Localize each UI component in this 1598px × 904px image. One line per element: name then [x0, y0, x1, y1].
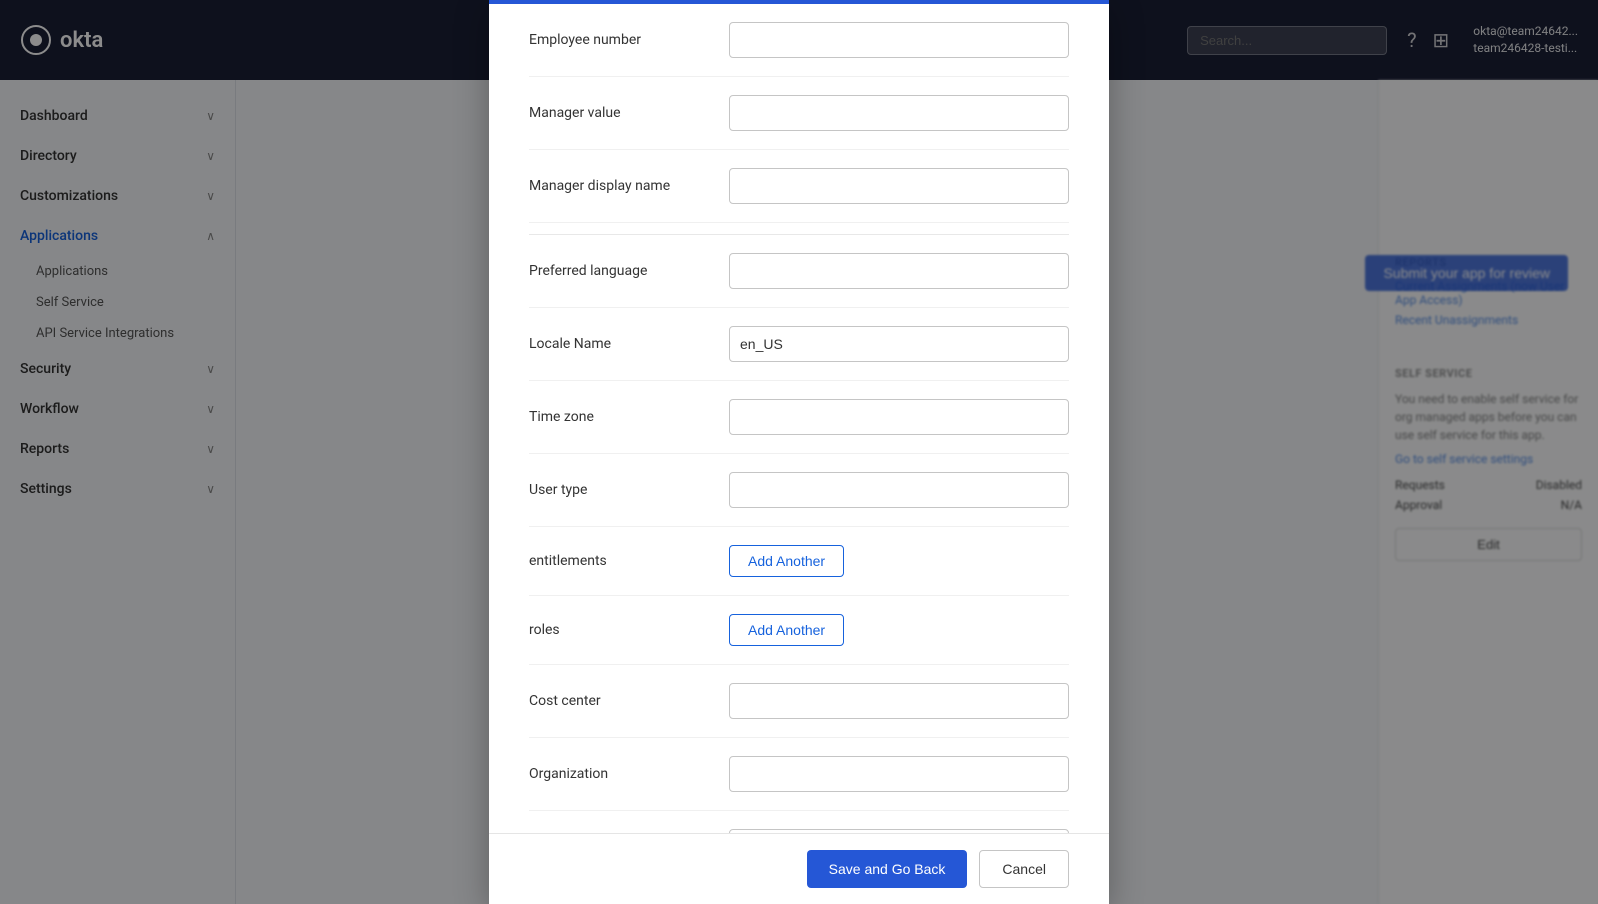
- roles-add-another-button[interactable]: Add Another: [729, 614, 844, 646]
- employee-number-input[interactable]: [729, 22, 1069, 58]
- user-type-input[interactable]: [729, 472, 1069, 508]
- section-divider: [529, 223, 1069, 235]
- form-row-organization: Organization: [529, 738, 1069, 811]
- form-row-locale-name: Locale Name: [529, 308, 1069, 381]
- manager-value-input[interactable]: [729, 95, 1069, 131]
- time-zone-input[interactable]: [729, 399, 1069, 435]
- preferred-language-label: Preferred language: [529, 263, 709, 279]
- form-row-entitlements: entitlements Add Another: [529, 527, 1069, 596]
- form-row-manager-display-name: Manager display name: [529, 150, 1069, 223]
- organization-label: Organization: [529, 766, 709, 782]
- form-row-employee-number: Employee number: [529, 4, 1069, 77]
- form-row-division: Division: [529, 811, 1069, 833]
- manager-display-name-input[interactable]: [729, 168, 1069, 204]
- preferred-language-input[interactable]: [729, 253, 1069, 289]
- modal-footer: Save and Go Back Cancel: [489, 833, 1109, 904]
- form-row-roles: roles Add Another: [529, 596, 1069, 665]
- employee-number-label: Employee number: [529, 32, 709, 48]
- form-row-cost-center: Cost center: [529, 665, 1069, 738]
- form-row-manager-value: Manager value: [529, 77, 1069, 150]
- locale-name-label: Locale Name: [529, 336, 709, 352]
- user-type-label: User type: [529, 482, 709, 498]
- locale-name-input[interactable]: [729, 326, 1069, 362]
- time-zone-label: Time zone: [529, 409, 709, 425]
- form-row-user-type: User type: [529, 454, 1069, 527]
- attribute-mapping-modal: Employee number Manager value Manager di…: [489, 0, 1109, 904]
- organization-input[interactable]: [729, 756, 1069, 792]
- cancel-button[interactable]: Cancel: [979, 850, 1069, 888]
- cost-center-input[interactable]: [729, 683, 1069, 719]
- manager-display-name-label: Manager display name: [529, 178, 709, 194]
- manager-value-label: Manager value: [529, 105, 709, 121]
- save-and-go-back-button[interactable]: Save and Go Back: [807, 850, 968, 888]
- entitlements-add-another-button[interactable]: Add Another: [729, 545, 844, 577]
- modal-scroll-area[interactable]: Employee number Manager value Manager di…: [489, 4, 1109, 833]
- form-row-time-zone: Time zone: [529, 381, 1069, 454]
- entitlements-label: entitlements: [529, 553, 709, 569]
- cost-center-label: Cost center: [529, 693, 709, 709]
- form-row-preferred-language: Preferred language: [529, 235, 1069, 308]
- roles-label: roles: [529, 622, 709, 638]
